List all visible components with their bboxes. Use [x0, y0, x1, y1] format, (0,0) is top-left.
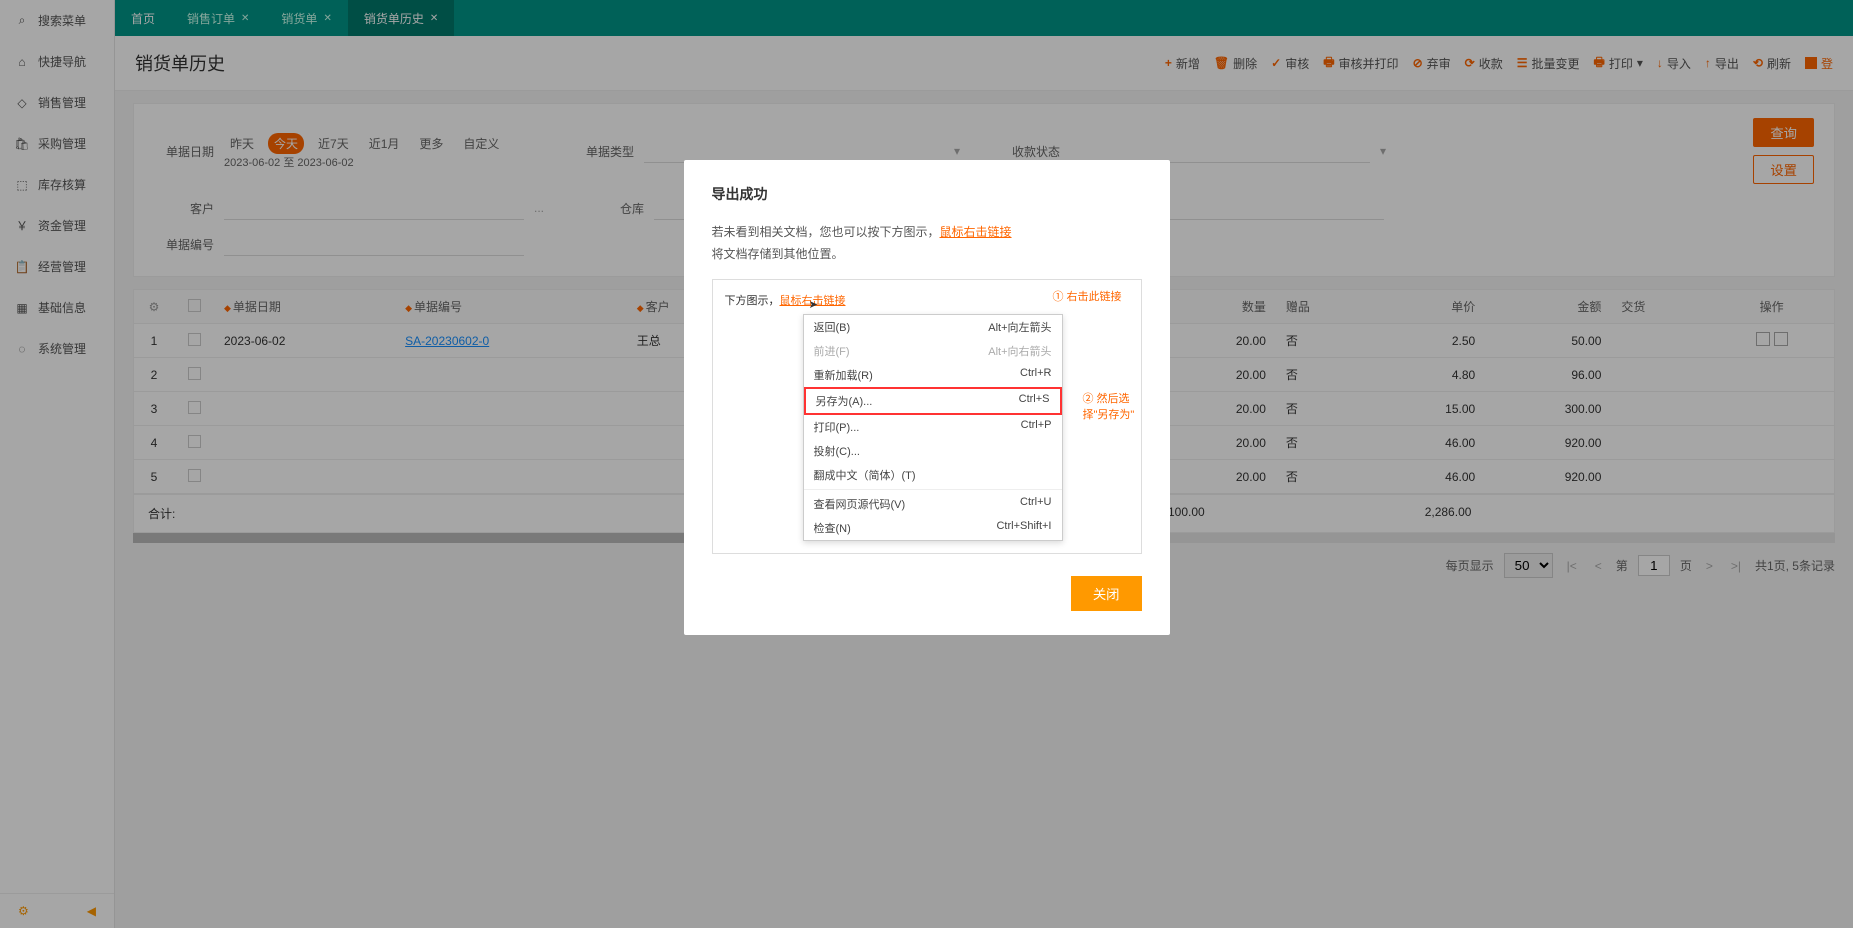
modal-text: 若未看到相关文档，您也可以按下方图示，鼠标右击链接 将文档存储到其他位置。 [712, 222, 1142, 265]
ctx-menu-item: 重新加载(R)Ctrl+R [804, 363, 1062, 387]
ctx-menu-item: 返回(B)Alt+向左箭头 [804, 315, 1062, 339]
ctx-menu-item: 另存为(A)...Ctrl+S [804, 387, 1062, 415]
instruction-diagram: 下方图示，鼠标右击链接 ➤ ① 右击此链接 返回(B)Alt+向左箭头前进(F)… [712, 279, 1142, 554]
right-click-link[interactable]: 鼠标右击链接 [940, 225, 1012, 239]
modal-close-button[interactable]: 关闭 [1071, 576, 1142, 611]
ctx-menu-item: 前进(F)Alt+向右箭头 [804, 339, 1062, 363]
ctx-menu-item: 检查(N)Ctrl+Shift+I [804, 516, 1062, 540]
cursor-icon: ➤ [809, 299, 818, 311]
hint-1: ① 右击此链接 [1053, 288, 1122, 304]
modal-title: 导出成功 [712, 184, 1142, 204]
context-menu-illustration: 返回(B)Alt+向左箭头前进(F)Alt+向右箭头重新加载(R)Ctrl+R另… [803, 314, 1063, 541]
export-success-dialog: 导出成功 若未看到相关文档，您也可以按下方图示，鼠标右击链接 将文档存储到其他位… [684, 160, 1170, 635]
ctx-menu-item: 投射(C)... [804, 439, 1062, 463]
ctx-menu-item: 打印(P)...Ctrl+P [804, 415, 1062, 439]
hint-2: ② 然后选择"另存为" [1083, 390, 1141, 422]
ctx-menu-item: 翻成中文（简体）(T) [804, 463, 1062, 487]
modal-overlay: 导出成功 若未看到相关文档，您也可以按下方图示，鼠标右击链接 将文档存储到其他位… [0, 0, 1853, 928]
ctx-menu-item: 查看网页源代码(V)Ctrl+U [804, 492, 1062, 516]
